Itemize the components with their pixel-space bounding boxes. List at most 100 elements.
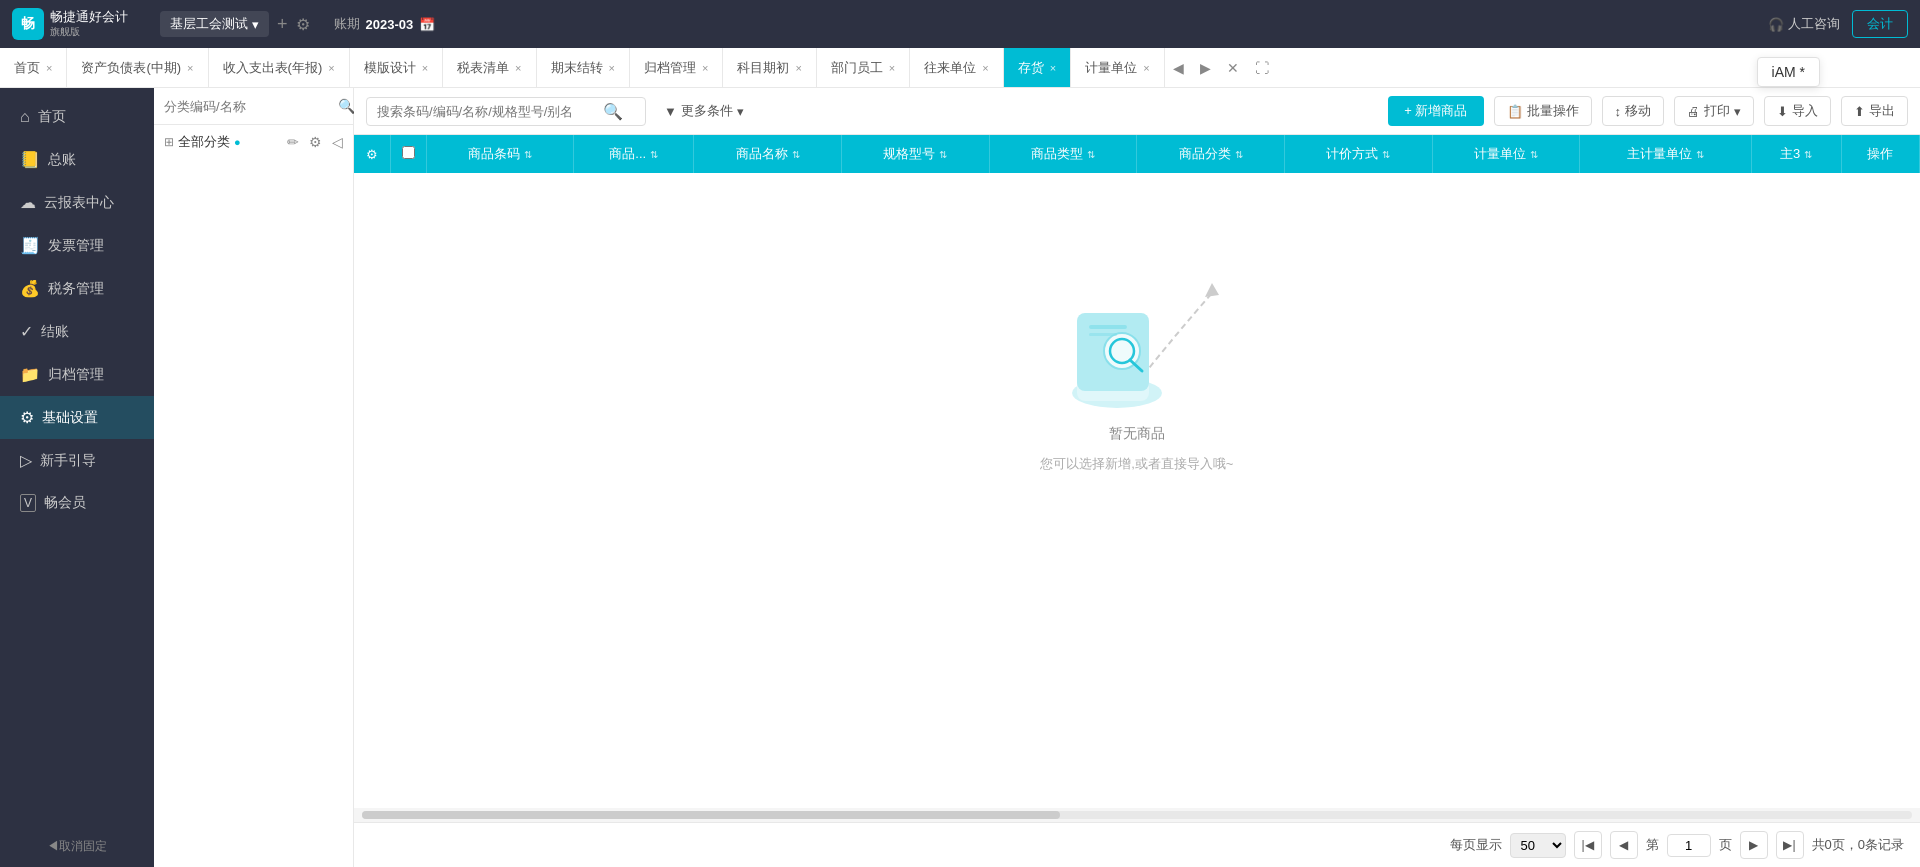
col-price-method: 计价方式 ⇅ xyxy=(1284,135,1432,173)
sort-spec[interactable]: ⇅ xyxy=(939,149,947,160)
tab-nav-prev[interactable]: ◀ xyxy=(1165,48,1192,87)
tab-home[interactable]: 首页 × xyxy=(0,48,67,87)
tab-income[interactable]: 收入支出表(年报) × xyxy=(209,48,350,87)
page-next-button[interactable]: ▶ xyxy=(1740,831,1768,859)
table-header: ⚙ 商品条码 ⇅ xyxy=(354,135,1920,173)
sort-barcode[interactable]: ⇅ xyxy=(524,149,532,160)
category-search-input[interactable] xyxy=(164,99,332,114)
category-search-icon[interactable]: 🔍 xyxy=(338,98,355,114)
sort-category[interactable]: ⇅ xyxy=(1235,149,1243,160)
tab-close-balance[interactable]: × xyxy=(187,62,193,74)
add-category-icon[interactable]: ⚙ xyxy=(309,134,322,150)
sidebar-item-tax[interactable]: 💰 税务管理 xyxy=(0,267,154,310)
batch-icon: 📋 xyxy=(1507,104,1523,119)
scroll-thumb[interactable] xyxy=(362,811,1060,819)
sidebar-toggle-pin[interactable]: ◀取消固定 xyxy=(0,826,154,867)
left-panel: 🔍 ⊞ 全部分类 ● ✏ ⚙ ◁ xyxy=(154,88,354,867)
tax-icon: 💰 xyxy=(20,279,40,298)
filter-dropdown-icon: ▾ xyxy=(737,104,744,119)
collapse-panel-icon[interactable]: ◁ xyxy=(332,134,343,150)
col-code: 商品... ⇅ xyxy=(574,135,694,173)
sidebar-item-invoice[interactable]: 🧾 发票管理 xyxy=(0,224,154,267)
tab-close-tax[interactable]: × xyxy=(515,62,521,74)
add-tab-button[interactable]: + xyxy=(277,14,288,35)
page-number-input[interactable] xyxy=(1667,834,1711,857)
move-button[interactable]: ↕ 移动 xyxy=(1602,96,1665,126)
tab-close-unit[interactable]: × xyxy=(1143,62,1149,74)
product-search-input[interactable] xyxy=(377,104,597,119)
sidebar-item-ledger[interactable]: 📒 总账 xyxy=(0,138,154,181)
sort-price[interactable]: ⇅ xyxy=(1382,149,1390,160)
tab-close-period[interactable]: × xyxy=(609,62,615,74)
tab-close-customer[interactable]: × xyxy=(982,62,988,74)
sort-code[interactable]: ⇅ xyxy=(650,149,658,160)
sidebar-item-settings[interactable]: ⚙ 基础设置 xyxy=(0,396,154,439)
sidebar-item-guide[interactable]: ▷ 新手引导 xyxy=(0,439,154,482)
sort-main3[interactable]: ⇅ xyxy=(1804,149,1812,160)
sort-type[interactable]: ⇅ xyxy=(1087,149,1095,160)
tab-dept[interactable]: 部门员工 × xyxy=(817,48,910,87)
category-search-area: 🔍 xyxy=(154,88,353,125)
tab-balance[interactable]: 资产负债表(中期) × xyxy=(67,48,208,87)
tab-close-all[interactable]: ✕ xyxy=(1219,48,1247,87)
page-last-button[interactable]: ▶| xyxy=(1776,831,1804,859)
col-unit: 计量单位 ⇅ xyxy=(1432,135,1580,173)
tab-close-archive[interactable]: × xyxy=(702,62,708,74)
logo-area: 畅 畅捷通好会计 旗舰版 xyxy=(12,8,152,40)
tab-unit[interactable]: 计量单位 × xyxy=(1071,48,1164,87)
tab-expand[interactable]: ⛶ xyxy=(1247,48,1277,87)
account-button[interactable]: 会计 xyxy=(1852,10,1908,38)
page-prev-button[interactable]: ◀ xyxy=(1610,831,1638,859)
page-size-select[interactable]: 20 50 100 xyxy=(1510,833,1566,858)
tab-customer[interactable]: 往来单位 × xyxy=(910,48,1003,87)
col-spec: 规格型号 ⇅ xyxy=(841,135,989,173)
tab-template[interactable]: 模版设计 × xyxy=(350,48,443,87)
batch-operation-button[interactable]: 📋 批量操作 xyxy=(1494,96,1592,126)
tab-period-close[interactable]: 期末结转 × xyxy=(537,48,630,87)
tab-nav-next[interactable]: ▶ xyxy=(1192,48,1219,87)
sort-unit[interactable]: ⇅ xyxy=(1530,149,1538,160)
col-main-unit: 主计量单位 ⇅ xyxy=(1580,135,1751,173)
edit-category-icon[interactable]: ✏ xyxy=(287,134,299,150)
sidebar-item-home[interactable]: ⌂ 首页 xyxy=(0,96,154,138)
iam-badge[interactable]: iAM * xyxy=(1757,57,1820,87)
page-first-button[interactable]: |◀ xyxy=(1574,831,1602,859)
company-selector[interactable]: 基层工会测试 ▾ xyxy=(160,11,269,37)
tab-subject[interactable]: 科目期初 × xyxy=(723,48,816,87)
tab-archive[interactable]: 归档管理 × xyxy=(630,48,723,87)
sidebar-item-member[interactable]: V 畅会员 xyxy=(0,482,154,524)
tab-close-home[interactable]: × xyxy=(46,62,52,74)
sidebar-item-reports[interactable]: ☁ 云报表中心 xyxy=(0,181,154,224)
tab-tax[interactable]: 税表清单 × xyxy=(443,48,536,87)
company-name: 基层工会测试 xyxy=(170,15,248,33)
horizontal-scrollbar[interactable] xyxy=(354,808,1920,822)
tab-inventory[interactable]: 存货 × xyxy=(1004,48,1071,87)
tab-close-dept[interactable]: × xyxy=(889,62,895,74)
import-button[interactable]: ⬇ 导入 xyxy=(1764,96,1831,126)
export-button[interactable]: ⬆ 导出 xyxy=(1841,96,1908,126)
app-edition: 旗舰版 xyxy=(50,25,128,39)
calendar-icon[interactable]: 📅 xyxy=(419,17,435,32)
settings-icon[interactable]: ⚙ xyxy=(296,15,310,34)
select-all-checkbox[interactable] xyxy=(402,146,415,159)
app-name: 畅捷通好会计 xyxy=(50,9,128,25)
col-checkbox[interactable] xyxy=(390,135,426,173)
print-button[interactable]: 🖨 打印 ▾ xyxy=(1674,96,1754,126)
move-icon: ↕ xyxy=(1615,104,1622,119)
sidebar-item-archive[interactable]: 📁 归档管理 xyxy=(0,353,154,396)
all-categories-label[interactable]: 全部分类 xyxy=(178,133,230,151)
sort-main-unit[interactable]: ⇅ xyxy=(1696,149,1704,160)
tab-close-subject[interactable]: × xyxy=(795,62,801,74)
add-product-button[interactable]: + 新增商品 xyxy=(1388,96,1483,126)
tab-close-template[interactable]: × xyxy=(422,62,428,74)
filter-button[interactable]: ▼ 更多条件 ▾ xyxy=(656,98,752,124)
sort-name[interactable]: ⇅ xyxy=(792,149,800,160)
tab-close-income[interactable]: × xyxy=(328,62,334,74)
svg-rect-7 xyxy=(1089,325,1127,329)
sidebar-item-closing[interactable]: ✓ 结账 xyxy=(0,310,154,353)
service-button[interactable]: 🎧 人工咨询 xyxy=(1768,15,1840,33)
product-search-icon[interactable]: 🔍 xyxy=(603,102,623,121)
closing-icon: ✓ xyxy=(20,322,33,341)
tab-close-inventory[interactable]: × xyxy=(1050,62,1056,74)
col-settings-gear[interactable]: ⚙ xyxy=(354,135,390,173)
